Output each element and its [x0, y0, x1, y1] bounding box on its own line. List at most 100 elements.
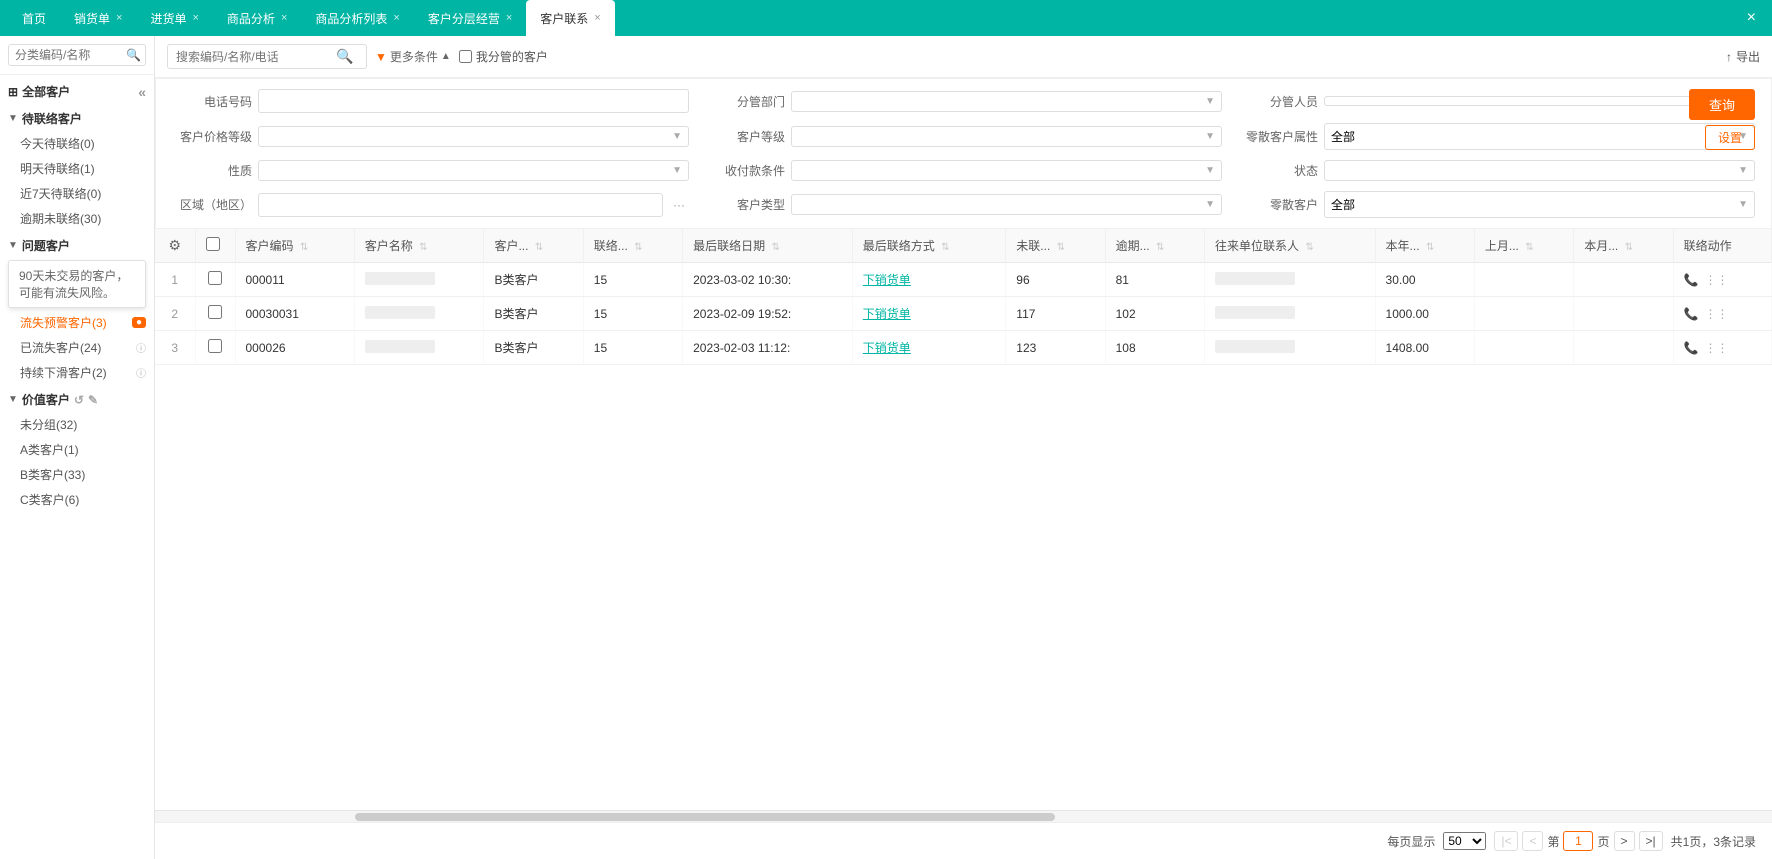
sidebar-collapse-btn[interactable]: « — [138, 84, 146, 100]
sidebar-item-class-a[interactable]: A类客户(1) — [0, 437, 154, 462]
tab-product-analysis-list[interactable]: 商品分析列表 × — [301, 0, 413, 36]
tab-close-sales-order[interactable]: × — [116, 12, 122, 24]
group-value-customers[interactable]: ▼ 价值客户 ↺ ✎ — [0, 385, 154, 412]
horizontal-scrollbar[interactable] — [155, 810, 1772, 822]
filter-select-payment[interactable]: ▼ — [791, 160, 1222, 181]
cell-checkbox[interactable] — [195, 263, 235, 297]
filter-select-retail-customer[interactable]: 全部 ▼ — [1324, 191, 1755, 218]
tab-customer-contact[interactable]: 客户联系 × — [526, 0, 614, 36]
all-customers-header[interactable]: ⊞ 全部客户 « — [0, 75, 154, 104]
current-page[interactable]: 1 — [1563, 831, 1593, 851]
window-close-button[interactable]: × — [1739, 5, 1764, 31]
filter-row-person: 分管人员 ··· — [1238, 89, 1755, 113]
next-page-button[interactable]: > — [1614, 831, 1635, 851]
sidebar-item-tomorrow-pending[interactable]: 明天待联络(1) — [0, 156, 154, 181]
sort-icon-this-month: ⇅ — [1625, 242, 1633, 253]
cell-last-contact-method[interactable]: 下销货单 — [852, 263, 1005, 297]
tab-close-customer-segment[interactable]: × — [506, 12, 512, 24]
col-checkbox[interactable] — [195, 229, 235, 263]
first-page-button[interactable]: |< — [1494, 831, 1518, 851]
row-checkbox[interactable] — [208, 271, 222, 285]
action-contact-icon[interactable]: 📞 — [1684, 273, 1699, 287]
cell-last-contact-date: 2023-03-02 10:30: — [683, 263, 853, 297]
sidebar-item-class-c[interactable]: C类客户(6) — [0, 487, 154, 512]
col-last-contact-method[interactable]: 最后联络方式 ⇅ — [852, 229, 1005, 263]
scrollbar-thumb[interactable] — [355, 813, 1055, 821]
group-pending-contact[interactable]: ▼ 待联络客户 — [0, 104, 154, 131]
row-checkbox[interactable] — [208, 339, 222, 353]
filter-select-customer-level[interactable]: ▼ — [791, 126, 1222, 147]
cell-last-contact-method[interactable]: 下销货单 — [852, 331, 1005, 365]
last-page-button[interactable]: >| — [1639, 831, 1663, 851]
export-button[interactable]: ↑ 导出 — [1726, 48, 1760, 65]
value-customers-edit[interactable]: ✎ — [88, 393, 98, 407]
churned-info-icon: ⓘ — [136, 340, 146, 355]
cell-checkbox[interactable] — [195, 297, 235, 331]
tab-product-analysis[interactable]: 商品分析 × — [213, 0, 301, 36]
cell-this-month — [1574, 263, 1673, 297]
col-customer-type[interactable]: 客户... ⇅ — [484, 229, 583, 263]
tab-home[interactable]: 首页 — [8, 0, 60, 36]
sidebar-item-today-pending[interactable]: 今天待联络(0) — [0, 131, 154, 156]
value-customers-refresh[interactable]: ↺ — [74, 393, 84, 407]
cell-checkbox[interactable] — [195, 331, 235, 365]
sidebar-item-churn-warning[interactable]: 流失预警客户(3) ● — [0, 310, 154, 335]
tab-close-purchase-order[interactable]: × — [192, 12, 198, 24]
group-problem-customers[interactable]: ▼ 问题客户 — [0, 231, 154, 258]
prev-page-button[interactable]: < — [1522, 831, 1543, 851]
action-contact-icon[interactable]: 📞 — [1684, 307, 1699, 321]
main-search-button[interactable]: 🔍 — [336, 48, 353, 65]
filter-select-status[interactable]: ▼ — [1324, 160, 1755, 181]
tab-sales-order[interactable]: 销货单 × — [60, 0, 136, 36]
settings-button[interactable]: 设置 — [1705, 125, 1755, 150]
my-customers-checkbox[interactable] — [459, 50, 472, 63]
row-checkbox[interactable] — [208, 305, 222, 319]
main-search-input[interactable] — [176, 50, 336, 64]
col-overdue[interactable]: 逾期... ⇅ — [1105, 229, 1204, 263]
col-settings[interactable]: ⚙ — [155, 229, 195, 263]
filter-input-phone[interactable] — [258, 89, 689, 113]
col-last-contact-date[interactable]: 最后联络日期 ⇅ — [683, 229, 853, 263]
sidebar-item-class-b[interactable]: B类客户(33) — [0, 462, 154, 487]
tab-customer-segment[interactable]: 客户分层经营 × — [414, 0, 526, 36]
col-contact-person[interactable]: 往来单位联系人 ⇅ — [1204, 229, 1375, 263]
filter-select-department[interactable]: ▼ — [791, 91, 1222, 112]
filter-select-customer-type[interactable]: ▼ — [791, 194, 1222, 215]
tab-close-customer-contact[interactable]: × — [594, 12, 600, 24]
filter-more-region-btn[interactable]: ··· — [669, 198, 689, 212]
filter-select-nature[interactable]: ▼ — [258, 160, 689, 181]
tab-close-product-analysis[interactable]: × — [281, 12, 287, 24]
action-more-icon[interactable]: ⋮⋮ — [1705, 341, 1729, 355]
filter-select-retail-attr[interactable]: 全部 ▼ — [1324, 123, 1755, 150]
col-code[interactable]: 客户编码 ⇅ — [235, 229, 354, 263]
tab-purchase-order[interactable]: 进货单 × — [136, 0, 212, 36]
tab-close-product-analysis-list[interactable]: × — [393, 12, 399, 24]
sidebar-item-churned[interactable]: 已流失客户(24) ⓘ — [0, 335, 154, 360]
more-conditions-button[interactable]: ▼ 更多条件 ▲ — [375, 48, 451, 65]
select-all-checkbox[interactable] — [206, 237, 220, 251]
action-more-icon[interactable]: ⋮⋮ — [1705, 273, 1729, 287]
filter-select-person[interactable] — [1324, 96, 1729, 106]
cell-last-contact-method[interactable]: 下销货单 — [852, 297, 1005, 331]
action-more-icon[interactable]: ⋮⋮ — [1705, 307, 1729, 321]
col-last-month[interactable]: 上月... ⇅ — [1474, 229, 1573, 263]
sidebar-item-7days-pending[interactable]: 近7天待联络(0) — [0, 181, 154, 206]
page-size-select[interactable]: 50 100 200 — [1443, 832, 1486, 850]
query-button[interactable]: 查询 — [1689, 89, 1755, 120]
sidebar-item-declining[interactable]: 持续下滑客户(2) ⓘ — [0, 360, 154, 385]
col-no-contact[interactable]: 未联... ⇅ — [1006, 229, 1105, 263]
sort-icon-code: ⇅ — [300, 242, 308, 253]
action-contact-icon[interactable]: 📞 — [1684, 341, 1699, 355]
my-customers-checkbox-label[interactable]: 我分管的客户 — [459, 48, 548, 65]
filter-row-status: 状态 ▼ — [1238, 160, 1755, 181]
col-contact[interactable]: 联络... ⇅ — [583, 229, 682, 263]
filter-select-price-level[interactable]: ▼ — [258, 126, 689, 147]
sidebar-item-overdue-pending[interactable]: 逾期未联络(30) — [0, 206, 154, 231]
col-this-month[interactable]: 本月... ⇅ — [1574, 229, 1673, 263]
sidebar-item-ungrouped[interactable]: 未分组(32) — [0, 412, 154, 437]
col-this-year[interactable]: 本年... ⇅ — [1375, 229, 1474, 263]
cell-row-num: 1 — [155, 263, 195, 297]
col-name[interactable]: 客户名称 ⇅ — [354, 229, 484, 263]
filter-input-region[interactable] — [258, 193, 663, 217]
table-settings-icon[interactable]: ⚙ — [168, 237, 181, 253]
